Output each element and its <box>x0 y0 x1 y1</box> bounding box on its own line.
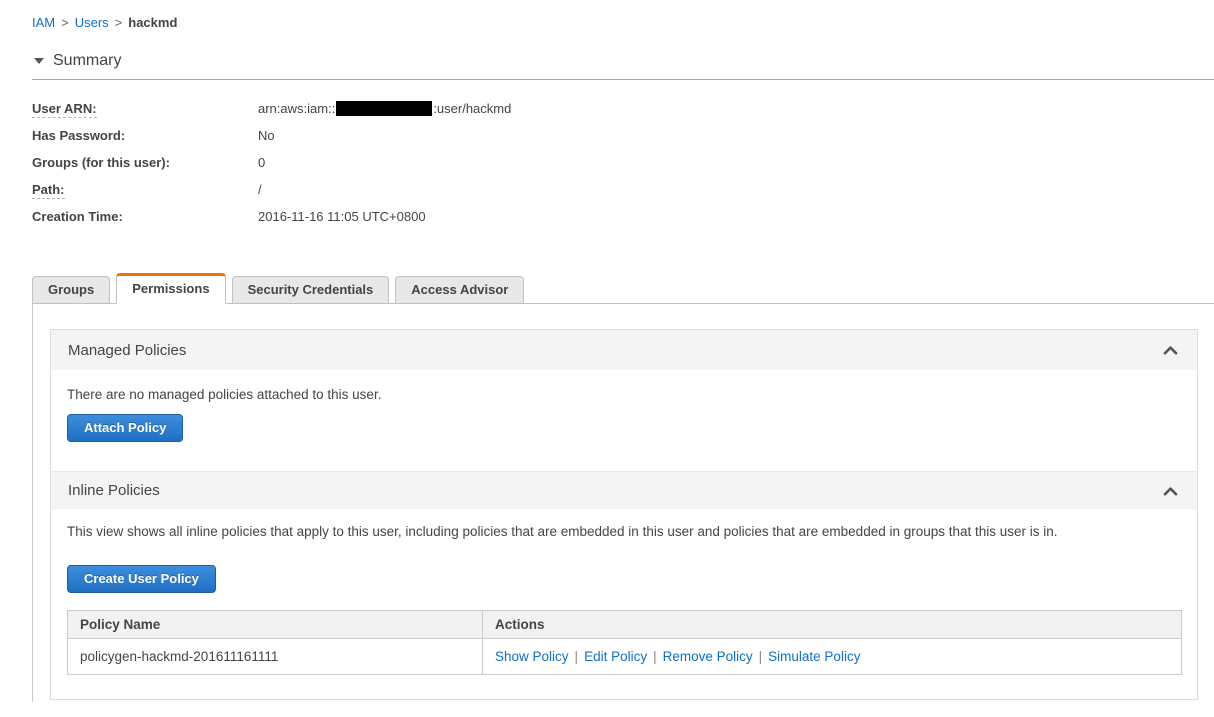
user-arn-value: arn:aws:iam:::user/hackmd <box>258 101 512 116</box>
edit-policy-link[interactable]: Edit Policy <box>584 649 647 664</box>
inline-policies-header: Inline Policies <box>51 471 1197 509</box>
tab-bar: Groups Permissions Security Credentials … <box>32 273 1214 304</box>
field-row-groups: Groups (for this user): 0 <box>32 149 1214 176</box>
policy-name-cell: policygen-hackmd-201611161111 <box>67 638 483 675</box>
inline-policies-body: This view shows all inline policies that… <box>51 509 1197 699</box>
breadcrumb: IAM > Users > hackmd <box>32 15 1214 30</box>
breadcrumb-separator: > <box>61 15 69 30</box>
managed-policies-body: There are no managed policies attached t… <box>51 370 1197 471</box>
breadcrumb-current-user: hackmd <box>128 15 178 30</box>
managed-policies-collapse-button[interactable] <box>1161 343 1180 357</box>
action-separator: | <box>653 649 657 664</box>
column-header-actions: Actions <box>482 610 1182 639</box>
inline-policies-description: This view shows all inline policies that… <box>67 524 1058 539</box>
field-row-path: Path: / <box>32 176 1214 203</box>
policy-actions-cell: Show Policy | Edit Policy | Remove Policy | Si… <box>482 638 1182 675</box>
path-value: / <box>258 182 262 197</box>
redacted-account-id <box>336 101 433 116</box>
chevron-up-icon <box>1163 346 1178 355</box>
field-label: User ARN: <box>32 101 97 118</box>
inline-policies-table: Policy Name Actions policygen-hackmd-201… <box>67 610 1182 675</box>
attach-policy-button[interactable]: Attach Policy <box>67 414 184 442</box>
has-password-value: No <box>258 128 275 143</box>
field-row-creation-time: Creation Time: 2016-11-16 11:05 UTC+0800 <box>32 203 1214 230</box>
table-row: policygen-hackmd-201611161111 Show Polic… <box>67 638 1182 675</box>
field-label: Creation Time: <box>32 209 123 224</box>
action-separator: | <box>758 649 763 664</box>
summary-title: Summary <box>53 52 122 69</box>
policies-container: Managed Policies There are no managed po… <box>50 329 1198 700</box>
iam-user-detail-page: IAM > Users > hackmd Summary User ARN: arn:a… <box>0 15 1214 702</box>
table-header-row: Policy Name Actions <box>67 610 1182 639</box>
caret-down-icon <box>34 58 44 64</box>
remove-policy-link[interactable]: Remove Policy <box>663 649 753 664</box>
show-policy-link[interactable]: Show Policy <box>495 649 569 664</box>
field-label: Path: <box>32 182 65 199</box>
managed-policies-header: Managed Policies <box>51 330 1197 370</box>
chevron-up-icon <box>1163 486 1178 495</box>
tab-permissions[interactable]: Permissions <box>116 273 226 304</box>
field-row-user-arn: User ARN: arn:aws:iam:::user/hackmd <box>32 95 1214 122</box>
creation-time-value: 2016-11-16 11:05 UTC+0800 <box>258 209 426 224</box>
breadcrumb-link-iam[interactable]: IAM <box>32 15 55 30</box>
summary-divider <box>32 79 1214 80</box>
summary-fields: User ARN: arn:aws:iam:::user/hackmd Has … <box>32 95 1214 230</box>
column-header-policy-name: Policy Name <box>67 610 483 639</box>
groups-count-value: 0 <box>258 155 266 170</box>
inline-policies-title: Inline Policies <box>68 482 160 499</box>
summary-section-toggle[interactable]: Summary <box>34 52 1214 70</box>
managed-policies-empty-text: There are no managed policies attached t… <box>67 387 382 402</box>
managed-policies-title: Managed Policies <box>68 341 187 359</box>
breadcrumb-separator: > <box>114 15 123 30</box>
field-label: Has Password: <box>32 128 126 143</box>
field-row-has-password: Has Password: No <box>32 122 1214 149</box>
inline-policies-collapse-button[interactable] <box>1161 484 1180 498</box>
tab-security-credentials[interactable]: Security Credentials <box>231 276 390 304</box>
tab-groups[interactable]: Groups <box>32 276 111 304</box>
field-label: Groups (for this user): <box>32 155 170 170</box>
tab-access-advisor[interactable]: Access Advisor <box>395 276 525 304</box>
action-separator: | <box>574 649 579 664</box>
permissions-tab-panel: Managed Policies There are no managed po… <box>32 304 1214 702</box>
breadcrumb-link-users[interactable]: Users <box>75 15 109 30</box>
simulate-policy-link[interactable]: Simulate Policy <box>768 649 860 664</box>
create-user-policy-button[interactable]: Create User Policy <box>67 565 216 593</box>
